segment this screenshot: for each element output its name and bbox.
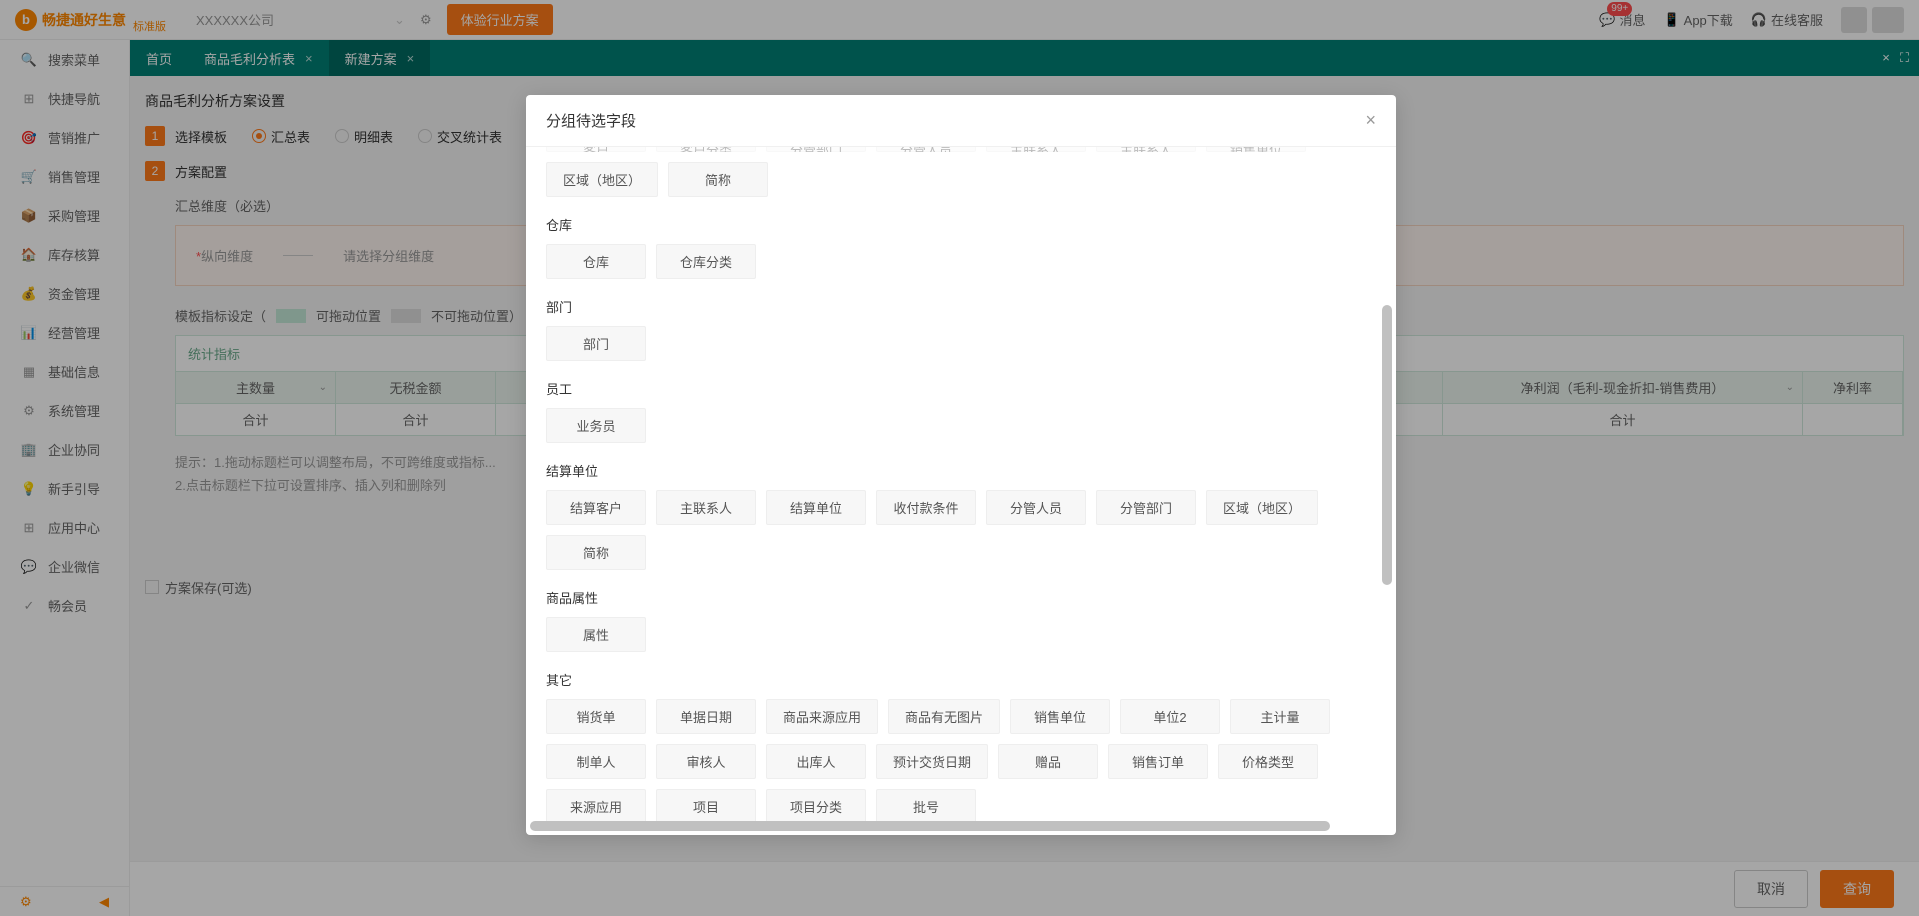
field-chip[interactable]: 商品来源应用 xyxy=(766,699,878,734)
field-chip[interactable]: 简称 xyxy=(668,162,768,197)
field-chip[interactable]: 主联系人 xyxy=(656,490,756,525)
field-chip[interactable]: 销售单位 xyxy=(1010,699,1110,734)
field-chip[interactable]: 收付款条件 xyxy=(876,490,976,525)
field-list: 结算客户主联系人结算单位收付款条件分管人员分管部门区域（地区） 简称 xyxy=(546,490,1376,570)
field-chip[interactable]: 单据日期 xyxy=(656,699,756,734)
field-chip[interactable]: 价格类型 xyxy=(1218,744,1318,779)
field-group: 结算单位结算客户主联系人结算单位收付款条件分管人员分管部门区域（地区）简称 xyxy=(546,461,1376,570)
field-chip[interactable]: 仓库 xyxy=(546,244,646,279)
modal-title: 分组待选字段 xyxy=(546,110,636,131)
field-chip[interactable]: 简称 xyxy=(546,535,646,570)
field-chip[interactable]: 商品有无图片 xyxy=(888,699,1000,734)
field-chip[interactable]: 客户 xyxy=(546,147,646,152)
partial-field-row: 客户 客户分类 分管部门 分管人员 主联系人 主联系人 销售单位 xyxy=(546,147,1376,152)
modal-header: 分组待选字段 × xyxy=(526,95,1396,147)
field-chip[interactable]: 出库人 xyxy=(766,744,866,779)
field-group-title: 商品属性 xyxy=(546,588,1376,607)
field-group-title: 员工 xyxy=(546,379,1376,398)
field-list: 部门 xyxy=(546,326,1376,361)
field-chip[interactable]: 仓库分类 xyxy=(656,244,756,279)
field-chip[interactable]: 分管人员 xyxy=(876,147,976,152)
field-group: 部门部门 xyxy=(546,297,1376,361)
field-chip[interactable]: 分管部门 xyxy=(766,147,866,152)
field-group: 仓库仓库仓库分类 xyxy=(546,215,1376,279)
field-chip[interactable]: 批号 xyxy=(876,789,976,824)
field-chip[interactable]: 赠品 xyxy=(998,744,1098,779)
modal-vscrollbar[interactable] xyxy=(1382,145,1394,820)
field-list: 销货单单据日期商品来源应用商品有无图片销售单位单位2 主计量制单人审核人出库人预计… xyxy=(546,699,1376,824)
field-list: 属性 xyxy=(546,617,1376,652)
field-group-title: 其它 xyxy=(546,670,1376,689)
field-chip[interactable]: 项目分类 xyxy=(766,789,866,824)
scroll-thumb[interactable] xyxy=(530,821,1330,831)
field-chip[interactable]: 单位2 xyxy=(1120,699,1220,734)
field-chip[interactable]: 主联系人 xyxy=(986,147,1086,152)
field-group: 员工业务员 xyxy=(546,379,1376,443)
field-chip[interactable]: 结算客户 xyxy=(546,490,646,525)
field-chip[interactable]: 区域（地区） xyxy=(1206,490,1318,525)
field-chip[interactable]: 预计交货日期 xyxy=(876,744,988,779)
field-chip[interactable]: 结算单位 xyxy=(766,490,866,525)
field-chip[interactable]: 部门 xyxy=(546,326,646,361)
field-group: 其它销货单单据日期商品来源应用商品有无图片销售单位单位2 主计量制单人审核人出库人… xyxy=(546,670,1376,824)
field-chip[interactable]: 制单人 xyxy=(546,744,646,779)
field-chip[interactable]: 销售订单 xyxy=(1108,744,1208,779)
modal-body[interactable]: 客户客户分类分管部门分管人员主联系人主联系人销售单位 区域（地区）简称 仓库仓库… xyxy=(526,147,1396,835)
field-chip[interactable]: 销货单 xyxy=(546,699,646,734)
field-chip[interactable]: 销售单位 xyxy=(1206,147,1306,152)
field-list: 仓库仓库分类 xyxy=(546,244,1376,279)
field-chip[interactable]: 区域（地区） xyxy=(546,162,658,197)
field-chip[interactable]: 属性 xyxy=(546,617,646,652)
field-chip[interactable]: 客户分类 xyxy=(656,147,756,152)
field-chip[interactable]: 主联系人 xyxy=(1096,147,1196,152)
field-chip[interactable]: 分管人员 xyxy=(986,490,1086,525)
field-chip[interactable]: 业务员 xyxy=(546,408,646,443)
field-chip[interactable]: 主计量 xyxy=(1230,699,1330,734)
field-group-title: 仓库 xyxy=(546,215,1376,234)
close-icon[interactable]: × xyxy=(1365,110,1376,131)
field-group-title: 结算单位 xyxy=(546,461,1376,480)
field-picker-modal: 分组待选字段 × 客户客户分类分管部门分管人员主联系人主联系人销售单位 区域（地… xyxy=(526,95,1396,835)
partial-field-row2: 区域（地区） 简称 xyxy=(546,162,1376,197)
modal-hscrollbar[interactable] xyxy=(530,821,1381,833)
field-group-title: 部门 xyxy=(546,297,1376,316)
field-chip[interactable]: 审核人 xyxy=(656,744,756,779)
field-chip[interactable]: 来源应用 xyxy=(546,789,646,824)
field-group: 商品属性属性 xyxy=(546,588,1376,652)
scroll-thumb[interactable] xyxy=(1382,305,1392,585)
field-chip[interactable]: 项目 xyxy=(656,789,756,824)
field-list: 业务员 xyxy=(546,408,1376,443)
field-chip[interactable]: 分管部门 xyxy=(1096,490,1196,525)
